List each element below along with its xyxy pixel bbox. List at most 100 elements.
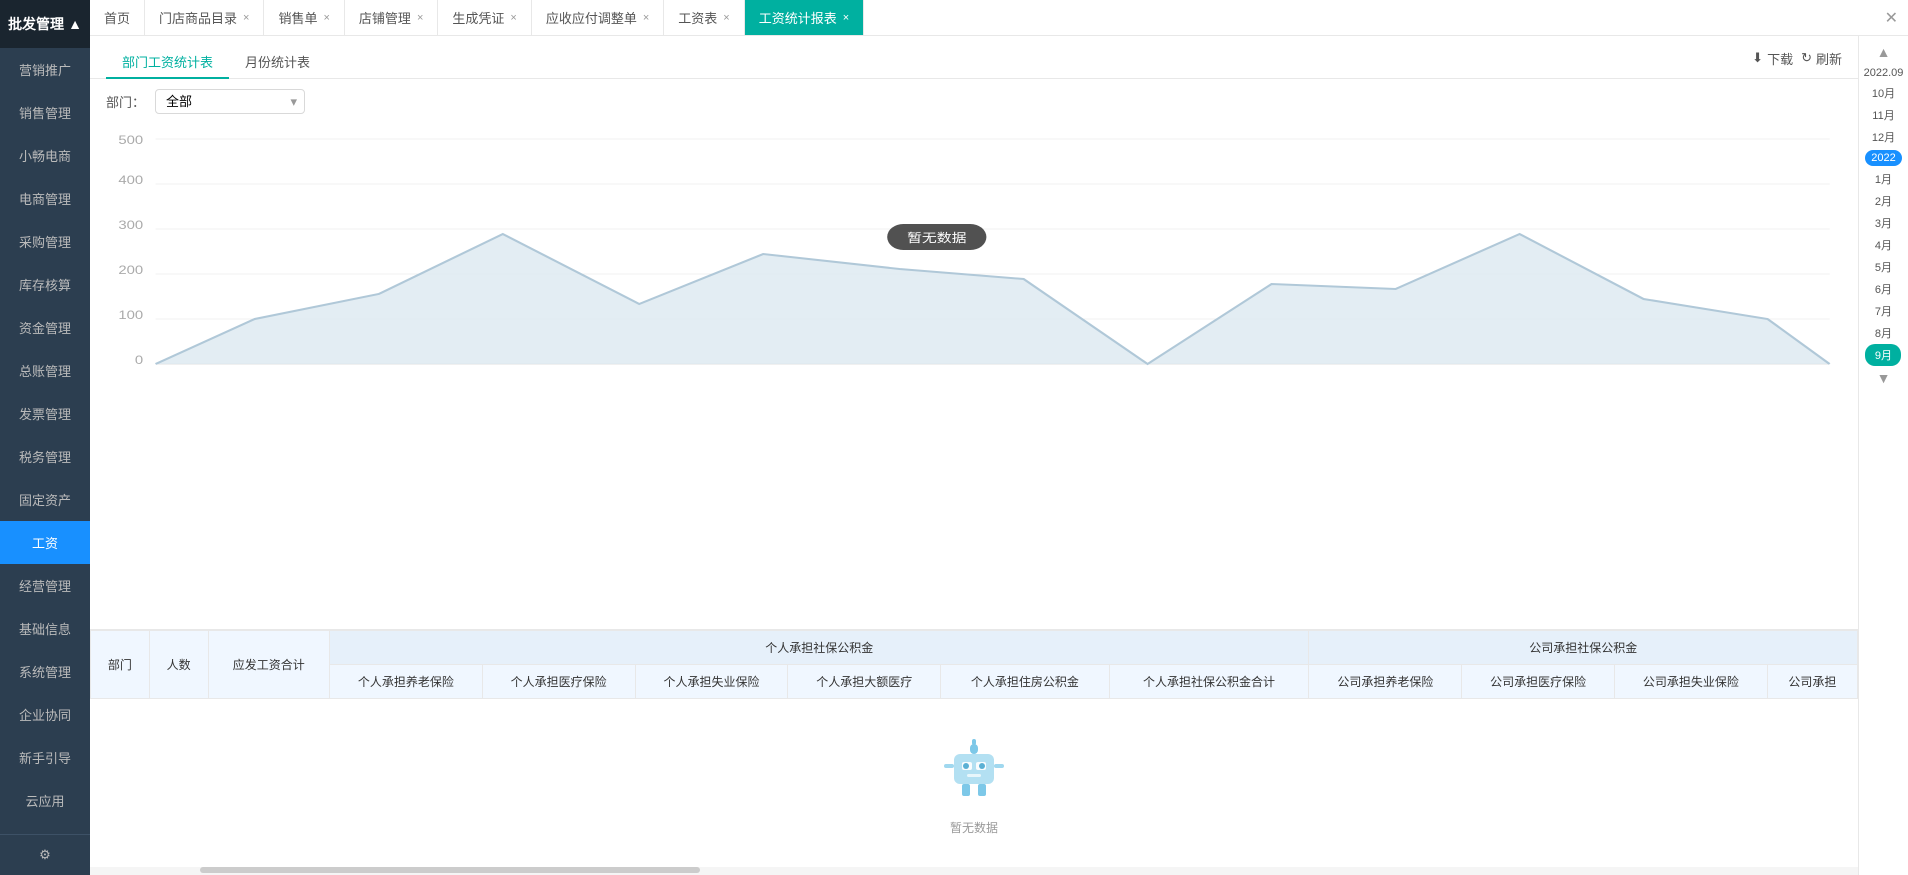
tab-label: 生成凭证 xyxy=(452,8,504,27)
empty-state: 暂无数据 xyxy=(91,699,1858,866)
settings-icon[interactable]: ⚙ xyxy=(0,834,90,875)
download-btn[interactable]: ⬇ 下载 xyxy=(1752,49,1793,68)
refresh-label: 刷新 xyxy=(1816,49,1842,68)
filter-label: 部门： xyxy=(106,92,145,111)
th-co-medical: 公司承担医疗保险 xyxy=(1462,665,1615,699)
timeline-month-10月[interactable]: 10月 xyxy=(1865,82,1901,104)
tab-close-icon[interactable]: × xyxy=(243,12,249,24)
timeline-up-btn[interactable]: ▲ xyxy=(1873,40,1895,64)
th-company-group: 公司承担社保公积金 xyxy=(1309,631,1858,665)
sidebar-item-总账管理[interactable]: 总账管理 xyxy=(0,349,90,392)
sidebar-header-label: 批发管理 xyxy=(8,14,64,34)
chart-svg: 0 100 200 300 400 500 xyxy=(106,124,1842,404)
tab-close-icon[interactable]: × xyxy=(417,12,423,24)
tab-close-icon[interactable]: × xyxy=(510,12,516,24)
sidebar-item-基础信息[interactable]: 基础信息 xyxy=(0,607,90,650)
sidebar-item-发票管理[interactable]: 发票管理 xyxy=(0,392,90,435)
sidebar-item-销售管理[interactable]: 销售管理 xyxy=(0,91,90,134)
timeline-year-badge: 2022 xyxy=(1865,150,1901,166)
th-department: 部门 xyxy=(91,631,150,699)
sidebar-item-资金管理[interactable]: 资金管理 xyxy=(0,306,90,349)
tab-label: 工资表 xyxy=(678,8,717,27)
empty-row: 暂无数据 xyxy=(91,699,1858,867)
tab-首页[interactable]: 首页 xyxy=(90,0,145,36)
timeline-month-2月[interactable]: 2月 xyxy=(1865,190,1901,212)
sub-tabs-left: 部门工资统计表月份统计表 xyxy=(106,46,326,78)
data-table: 部门 人数 应发工资合计 个人承担社保公积金 公司承担社保公积金 个人承担养老保… xyxy=(90,630,1858,866)
svg-text:400: 400 xyxy=(118,173,143,186)
timeline-panel: ▲ 2022.09 10月11月12月 2022 1月2月3月4月5月6月7月8月9… xyxy=(1858,36,1908,875)
timeline-month-8月[interactable]: 8月 xyxy=(1865,322,1901,344)
department-filter[interactable]: 全部 xyxy=(155,89,305,114)
th-medical: 个人承担医疗保险 xyxy=(482,665,635,699)
refresh-btn[interactable]: ↻ 刷新 xyxy=(1801,49,1842,68)
tab-应收应付调整单[interactable]: 应收应付调整单 × xyxy=(532,0,664,36)
timeline-month-6月[interactable]: 6月 xyxy=(1865,278,1901,300)
tab-销售单[interactable]: 销售单× xyxy=(264,0,344,36)
timeline-month-9月[interactable]: 9月 xyxy=(1865,344,1901,366)
sidebar-header[interactable]: 批发管理 ▲ xyxy=(0,0,90,48)
sidebar-item-经营管理[interactable]: 经营管理 xyxy=(0,564,90,607)
th-pension: 个人承担养老保险 xyxy=(329,665,482,699)
main-content: 首页门店商品目录×销售单×店铺管理×生成凭证×应收应付调整单×工资表×工资统计报… xyxy=(90,0,1908,875)
timeline-month-11月[interactable]: 11月 xyxy=(1865,104,1901,126)
chart-area: 0 100 200 300 400 500 xyxy=(90,124,1858,629)
th-count: 人数 xyxy=(149,631,208,699)
timeline-year-2022: 2022.09 xyxy=(1860,64,1908,82)
svg-text:100: 100 xyxy=(118,308,143,321)
sub-tab-月份统计表[interactable]: 月份统计表 xyxy=(229,46,326,79)
timeline-month-7月[interactable]: 7月 xyxy=(1865,300,1901,322)
empty-icon xyxy=(934,729,1014,809)
sidebar-item-营销推广[interactable]: 营销推广 xyxy=(0,48,90,91)
tab-close-icon[interactable]: × xyxy=(643,12,649,24)
sidebar-item-云应用[interactable]: 云应用 xyxy=(0,779,90,822)
th-unemployment: 个人承担失业保险 xyxy=(635,665,788,699)
tab-生成凭证[interactable]: 生成凭证 × xyxy=(438,0,531,36)
timeline-down-btn[interactable]: ▼ xyxy=(1873,366,1895,390)
th-salary: 应发工资合计 xyxy=(208,631,329,699)
sub-tabs: 部门工资统计表月份统计表 ⬇ 下载 ↻ 刷新 xyxy=(90,36,1858,79)
sub-tab-部门工资统计表[interactable]: 部门工资统计表 xyxy=(106,46,229,79)
tab-close-icon[interactable]: × xyxy=(723,12,729,24)
tab-label: 应收应付调整单 xyxy=(546,8,637,27)
sidebar-item-电商管理[interactable]: 电商管理 xyxy=(0,177,90,220)
empty-text: 暂无数据 xyxy=(950,819,998,836)
sidebar: 批发管理 ▲ 营销推广销售管理小畅电商电商管理采购管理库存核算资金管理总账管理发… xyxy=(0,0,90,875)
svg-text:300: 300 xyxy=(118,218,143,231)
th-social-total: 个人承担社保公积金合计 xyxy=(1109,665,1309,699)
tab-工资表[interactable]: 工资表 × xyxy=(664,0,744,36)
sidebar-item-采购管理[interactable]: 采购管理 xyxy=(0,220,90,263)
th-major-medical: 个人承担大额医疗 xyxy=(788,665,941,699)
timeline-month-12月[interactable]: 12月 xyxy=(1865,126,1901,148)
tab-label: 店铺管理 xyxy=(359,8,411,27)
tab-工资统计报表[interactable]: 工资统计报表 × xyxy=(745,0,864,36)
sidebar-item-税务管理[interactable]: 税务管理 xyxy=(0,435,90,478)
tab-label: 首页 xyxy=(104,8,130,27)
download-label: 下载 xyxy=(1767,49,1793,68)
timeline-month-1月[interactable]: 1月 xyxy=(1865,168,1901,190)
table-wrapper: 部门 人数 应发工资合计 个人承担社保公积金 公司承担社保公积金 个人承担养老保… xyxy=(90,629,1858,875)
sidebar-item-小畅电商[interactable]: 小畅电商 xyxy=(0,134,90,177)
tab-label: 工资统计报表 xyxy=(759,8,837,27)
sidebar-item-企业协同[interactable]: 企业协同 xyxy=(0,693,90,736)
tab-门店商品目录[interactable]: 门店商品目录× xyxy=(145,0,264,36)
svg-text:0: 0 xyxy=(135,353,143,366)
timeline-month-5月[interactable]: 5月 xyxy=(1865,256,1901,278)
sidebar-item-工资[interactable]: 工资 xyxy=(0,521,90,564)
tab-bar-close-btn[interactable]: ✕ xyxy=(1875,8,1908,28)
chevron-up-icon: ▲ xyxy=(68,16,82,32)
sidebar-item-库存核算[interactable]: 库存核算 xyxy=(0,263,90,306)
timeline-month-4月[interactable]: 4月 xyxy=(1865,234,1901,256)
tab-close-icon[interactable]: × xyxy=(323,12,329,24)
department-filter-wrapper: 全部 xyxy=(155,89,305,114)
sidebar-item-系统管理[interactable]: 系统管理 xyxy=(0,650,90,693)
refresh-icon: ↻ xyxy=(1801,50,1812,66)
filter-row: 部门： 全部 xyxy=(90,79,1858,124)
tab-close-icon[interactable]: × xyxy=(843,12,849,24)
scroll-track[interactable] xyxy=(200,867,700,873)
tab-店铺管理[interactable]: 店铺管理 × xyxy=(345,0,438,36)
svg-text:500: 500 xyxy=(118,133,143,146)
timeline-month-3月[interactable]: 3月 xyxy=(1865,212,1901,234)
sidebar-item-固定资产[interactable]: 固定资产 xyxy=(0,478,90,521)
sidebar-item-新手引导[interactable]: 新手引导 xyxy=(0,736,90,779)
